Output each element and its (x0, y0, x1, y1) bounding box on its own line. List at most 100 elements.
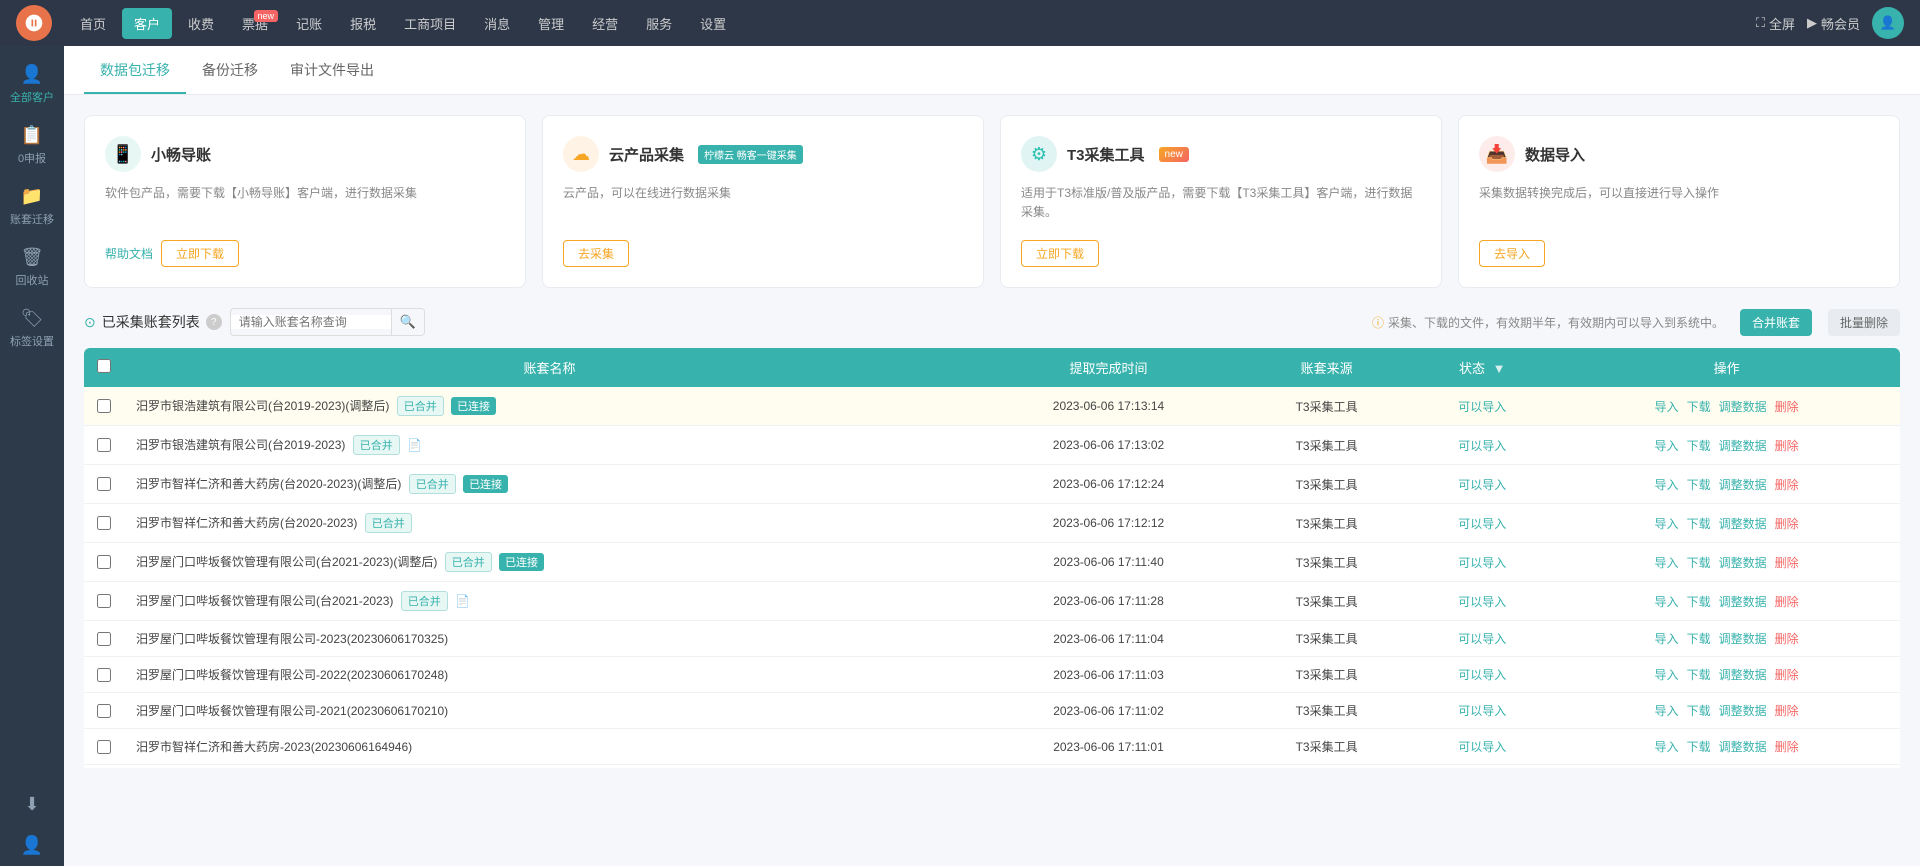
action-删除[interactable]: 删除 (1775, 740, 1799, 754)
nav-item-收费[interactable]: 收费 (176, 8, 226, 39)
help-icon[interactable]: ? (206, 314, 222, 330)
cloud-collect-button[interactable]: 去采集 (563, 240, 629, 267)
action-调整数据[interactable]: 调整数据 (1719, 556, 1767, 570)
action-下载[interactable]: 下载 (1687, 400, 1711, 414)
nav-item-报税[interactable]: 报税 (338, 8, 388, 39)
nav-item-客户[interactable]: 客户 (122, 8, 172, 39)
tab-bar: 数据包迁移 备份迁移 审计文件导出 (64, 46, 1920, 95)
xiaochang-help-link[interactable]: 帮助文档 (105, 245, 153, 262)
action-导入[interactable]: 导入 (1655, 556, 1679, 570)
action-删除[interactable]: 删除 (1775, 704, 1799, 718)
sidebar-item-recycle[interactable]: 🗑 回收站 (0, 237, 64, 298)
tab-data-migration[interactable]: 数据包迁移 (84, 46, 186, 94)
action-下载[interactable]: 下载 (1687, 740, 1711, 754)
action-调整数据[interactable]: 调整数据 (1719, 595, 1767, 609)
row-checkbox[interactable] (97, 438, 111, 452)
member-button[interactable]: ▶ 畅会员 (1807, 14, 1860, 33)
action-导入[interactable]: 导入 (1655, 400, 1679, 414)
row-source-cell: T3采集工具 (1242, 543, 1411, 582)
row-checkbox[interactable] (97, 668, 111, 682)
action-下载[interactable]: 下载 (1687, 704, 1711, 718)
action-调整数据[interactable]: 调整数据 (1719, 517, 1767, 531)
row-file-icon[interactable]: 📄 (455, 594, 470, 608)
row-checkbox[interactable] (97, 740, 111, 754)
action-导入[interactable]: 导入 (1655, 740, 1679, 754)
action-删除[interactable]: 删除 (1775, 517, 1799, 531)
search-button[interactable]: 🔍 (391, 309, 424, 335)
action-下载[interactable]: 下载 (1687, 668, 1711, 682)
nav-item-记账[interactable]: 记账 (284, 8, 334, 39)
action-调整数据[interactable]: 调整数据 (1719, 704, 1767, 718)
action-下载[interactable]: 下载 (1687, 517, 1711, 531)
row-status-cell: 可以导入 (1411, 387, 1553, 426)
col-status[interactable]: 状态 ▼ (1411, 348, 1553, 387)
row-checkbox[interactable] (97, 704, 111, 718)
action-导入[interactable]: 导入 (1655, 439, 1679, 453)
action-删除[interactable]: 删除 (1775, 595, 1799, 609)
action-删除[interactable]: 删除 (1775, 668, 1799, 682)
fullscreen-button[interactable]: ⛶ 全屏 (1756, 14, 1795, 33)
tab-audit-export[interactable]: 审计文件导出 (274, 46, 390, 94)
action-删除[interactable]: 删除 (1775, 632, 1799, 646)
sidebar-item-account-migration[interactable]: 📁 账套迁移 (0, 176, 64, 237)
user-avatar[interactable]: 👤 (1872, 7, 1904, 39)
nav-item-票据[interactable]: 票据new (230, 8, 280, 39)
tab-backup-migration[interactable]: 备份迁移 (186, 46, 274, 94)
nav-item-首页[interactable]: 首页 (68, 8, 118, 39)
action-调整数据[interactable]: 调整数据 (1719, 740, 1767, 754)
nav-item-消息[interactable]: 消息 (472, 8, 522, 39)
action-调整数据[interactable]: 调整数据 (1719, 668, 1767, 682)
row-checkbox[interactable] (97, 516, 111, 530)
row-file-icon[interactable]: 📄 (407, 438, 422, 452)
action-调整数据[interactable]: 调整数据 (1719, 400, 1767, 414)
action-调整数据[interactable]: 调整数据 (1719, 632, 1767, 646)
tool-card-t3: ⚙ T3采集工具 new 适用于T3标准版/普及版产品，需要下载【T3采集工具】… (1000, 115, 1442, 288)
row-checkbox[interactable] (97, 477, 111, 491)
status-badge: 可以导入 (1458, 556, 1506, 570)
fold-icon[interactable]: ⊙ (84, 314, 96, 331)
action-删除[interactable]: 删除 (1775, 478, 1799, 492)
xiaochang-download-button[interactable]: 立即下载 (161, 240, 239, 267)
nav-item-经营[interactable]: 经营 (580, 8, 630, 39)
action-删除[interactable]: 删除 (1775, 556, 1799, 570)
action-下载[interactable]: 下载 (1687, 556, 1711, 570)
sidebar-item-tag-settings[interactable]: 🏷 标签设置 (0, 298, 64, 359)
nav-item-管理[interactable]: 管理 (526, 8, 576, 39)
action-调整数据[interactable]: 调整数据 (1719, 439, 1767, 453)
nav-item-设置[interactable]: 设置 (688, 8, 738, 39)
row-checkbox[interactable] (97, 399, 111, 413)
action-下载[interactable]: 下载 (1687, 478, 1711, 492)
action-导入[interactable]: 导入 (1655, 517, 1679, 531)
sidebar-item-user[interactable]: 👤 (17, 825, 47, 866)
row-name-cell: 汨罗市智祥仁济和善大药房-2023(20230606164946) (124, 729, 975, 765)
row-checkbox[interactable] (97, 594, 111, 608)
action-删除[interactable]: 删除 (1775, 400, 1799, 414)
search-input[interactable] (231, 315, 391, 329)
batch-delete-button[interactable]: 批量删除 (1828, 309, 1900, 336)
action-下载[interactable]: 下载 (1687, 439, 1711, 453)
row-checkbox[interactable] (97, 555, 111, 569)
app-logo[interactable] (16, 5, 52, 41)
action-导入[interactable]: 导入 (1655, 595, 1679, 609)
action-导入[interactable]: 导入 (1655, 668, 1679, 682)
nav-item-工商项目[interactable]: 工商项目 (392, 8, 468, 39)
action-下载[interactable]: 下载 (1687, 632, 1711, 646)
merge-accounts-button[interactable]: 合并账套 (1740, 309, 1812, 336)
row-checkbox[interactable] (97, 632, 111, 646)
action-调整数据[interactable]: 调整数据 (1719, 478, 1767, 492)
action-下载[interactable]: 下载 (1687, 595, 1711, 609)
nav-item-服务[interactable]: 服务 (634, 8, 684, 39)
action-导入[interactable]: 导入 (1655, 632, 1679, 646)
t3-download-button[interactable]: 立即下载 (1021, 240, 1099, 267)
sidebar-item-zero-report[interactable]: 📋 0申报 (0, 115, 64, 176)
action-导入[interactable]: 导入 (1655, 478, 1679, 492)
select-all-checkbox[interactable] (97, 359, 111, 373)
table-row: 汨罗屋门口哔坂餐饮管理有限公司(台2021-2023)(调整后) 已合并 已连接… (84, 543, 1900, 582)
action-导入[interactable]: 导入 (1655, 704, 1679, 718)
action-删除[interactable]: 删除 (1775, 439, 1799, 453)
row-name-cell: 汨罗市智祥仁济和善大药房-2021(20230606164823) (124, 765, 975, 769)
sidebar-item-download[interactable]: ⬇ (17, 784, 47, 825)
row-time-cell: 2023-06-06 17:11:00 (975, 765, 1242, 769)
import-go-button[interactable]: 去导入 (1479, 240, 1545, 267)
sidebar-item-all-clients[interactable]: 👤 全部客户 (0, 54, 64, 115)
